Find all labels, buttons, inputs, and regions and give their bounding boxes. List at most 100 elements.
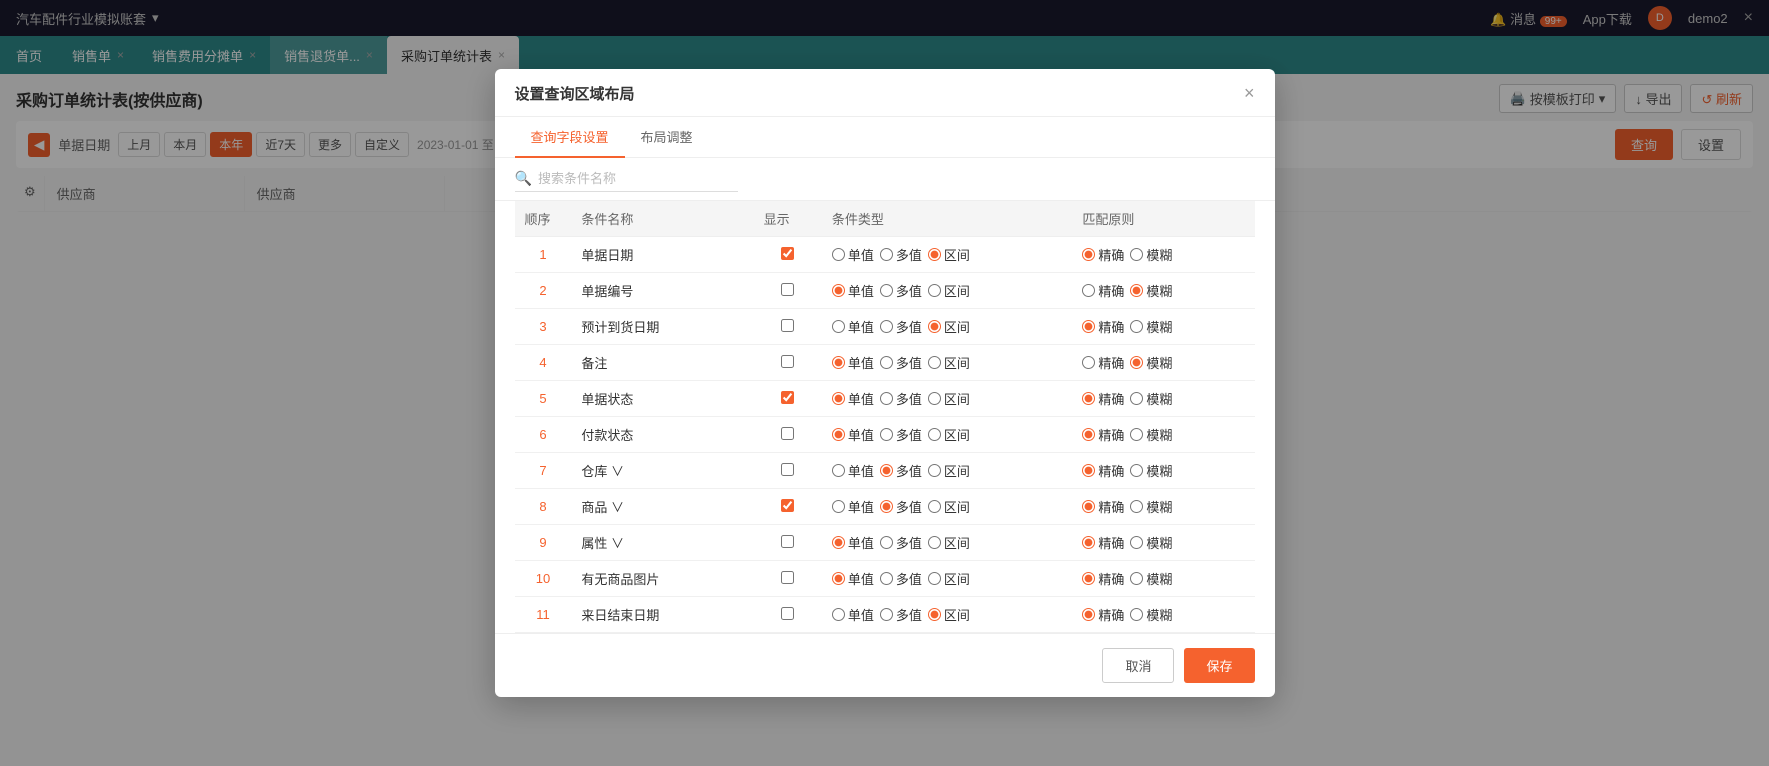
match-radio-item[interactable]: 模糊 — [1130, 569, 1172, 588]
type-radio[interactable] — [880, 392, 893, 405]
match-radio[interactable] — [1130, 500, 1143, 513]
type-radio-item[interactable]: 单值 — [832, 461, 874, 480]
type-radio[interactable] — [832, 500, 845, 513]
type-radio-item[interactable]: 区间 — [928, 461, 970, 480]
type-radio-item[interactable]: 区间 — [928, 497, 970, 516]
match-radio[interactable] — [1082, 248, 1095, 261]
type-radio-item[interactable]: 多值 — [880, 605, 922, 624]
match-radio[interactable] — [1082, 284, 1095, 297]
type-radio-item[interactable]: 多值 — [880, 245, 922, 264]
match-radio-item[interactable]: 模糊 — [1130, 389, 1172, 408]
type-radio[interactable] — [880, 500, 893, 513]
match-radio-item[interactable]: 模糊 — [1130, 281, 1172, 300]
type-radio[interactable] — [832, 572, 845, 585]
dialog-close-button[interactable]: × — [1244, 83, 1255, 116]
type-radio-item[interactable]: 区间 — [928, 425, 970, 444]
type-radio-item[interactable]: 多值 — [880, 461, 922, 480]
match-radio-item[interactable]: 精确 — [1082, 533, 1124, 552]
type-radio[interactable] — [928, 428, 941, 441]
type-radio-item[interactable]: 单值 — [832, 605, 874, 624]
match-radio[interactable] — [1082, 464, 1095, 477]
type-radio-item[interactable]: 区间 — [928, 317, 970, 336]
match-radio[interactable] — [1130, 356, 1143, 369]
row-show[interactable] — [754, 417, 822, 453]
show-checkbox[interactable] — [781, 319, 794, 332]
row-show[interactable] — [754, 345, 822, 381]
type-radio-item[interactable]: 单值 — [832, 245, 874, 264]
row-show[interactable] — [754, 525, 822, 561]
type-radio-item[interactable]: 区间 — [928, 353, 970, 372]
match-radio[interactable] — [1082, 356, 1095, 369]
show-checkbox[interactable] — [781, 607, 794, 620]
match-radio[interactable] — [1082, 392, 1095, 405]
type-radio-item[interactable]: 区间 — [928, 569, 970, 588]
match-radio-item[interactable]: 精确 — [1082, 425, 1124, 444]
type-radio-item[interactable]: 单值 — [832, 533, 874, 552]
show-checkbox[interactable] — [781, 463, 794, 476]
type-radio[interactable] — [832, 284, 845, 297]
row-show[interactable] — [754, 453, 822, 489]
type-radio[interactable] — [832, 464, 845, 477]
match-radio[interactable] — [1082, 608, 1095, 621]
show-checkbox[interactable] — [781, 247, 794, 260]
match-radio[interactable] — [1130, 608, 1143, 621]
match-radio-item[interactable]: 模糊 — [1130, 605, 1172, 624]
type-radio-item[interactable]: 单值 — [832, 497, 874, 516]
type-radio[interactable] — [832, 248, 845, 261]
match-radio[interactable] — [1130, 464, 1143, 477]
type-radio[interactable] — [880, 284, 893, 297]
show-checkbox[interactable] — [781, 535, 794, 548]
type-radio-item[interactable]: 多值 — [880, 281, 922, 300]
row-show[interactable] — [754, 489, 822, 525]
match-radio-item[interactable]: 精确 — [1082, 389, 1124, 408]
match-radio[interactable] — [1082, 572, 1095, 585]
match-radio-item[interactable]: 模糊 — [1130, 461, 1172, 480]
type-radio[interactable] — [928, 464, 941, 477]
type-radio-item[interactable]: 区间 — [928, 389, 970, 408]
match-radio-item[interactable]: 精确 — [1082, 317, 1124, 336]
type-radio[interactable] — [928, 572, 941, 585]
type-radio[interactable] — [832, 608, 845, 621]
match-radio-item[interactable]: 模糊 — [1130, 425, 1172, 444]
match-radio[interactable] — [1082, 428, 1095, 441]
type-radio-item[interactable]: 区间 — [928, 245, 970, 264]
show-checkbox[interactable] — [781, 499, 794, 512]
show-checkbox[interactable] — [781, 427, 794, 440]
type-radio[interactable] — [928, 356, 941, 369]
row-show[interactable] — [754, 561, 822, 597]
match-radio[interactable] — [1130, 428, 1143, 441]
match-radio[interactable] — [1130, 572, 1143, 585]
type-radio-item[interactable]: 区间 — [928, 605, 970, 624]
type-radio-item[interactable]: 多值 — [880, 497, 922, 516]
row-show[interactable] — [754, 237, 822, 273]
type-radio[interactable] — [928, 248, 941, 261]
show-checkbox[interactable] — [781, 283, 794, 296]
type-radio[interactable] — [880, 356, 893, 369]
match-radio-item[interactable]: 精确 — [1082, 605, 1124, 624]
cancel-button[interactable]: 取消 — [1102, 648, 1174, 683]
type-radio[interactable] — [880, 536, 893, 549]
type-radio-item[interactable]: 单值 — [832, 281, 874, 300]
row-show[interactable] — [754, 273, 822, 309]
match-radio[interactable] — [1130, 392, 1143, 405]
type-radio[interactable] — [928, 284, 941, 297]
show-checkbox[interactable] — [781, 391, 794, 404]
search-input[interactable] — [538, 171, 738, 186]
type-radio-item[interactable]: 多值 — [880, 569, 922, 588]
match-radio[interactable] — [1082, 500, 1095, 513]
match-radio[interactable] — [1130, 248, 1143, 261]
tab-layout-adjust[interactable]: 布局调整 — [625, 117, 709, 158]
match-radio[interactable] — [1082, 536, 1095, 549]
type-radio[interactable] — [928, 536, 941, 549]
type-radio-item[interactable]: 多值 — [880, 425, 922, 444]
show-checkbox[interactable] — [781, 355, 794, 368]
row-show[interactable] — [754, 597, 822, 633]
type-radio-item[interactable]: 单值 — [832, 569, 874, 588]
type-radio-item[interactable]: 单值 — [832, 389, 874, 408]
row-show[interactable] — [754, 309, 822, 345]
match-radio-item[interactable]: 模糊 — [1130, 317, 1172, 336]
save-button[interactable]: 保存 — [1184, 648, 1254, 683]
match-radio[interactable] — [1130, 284, 1143, 297]
match-radio-item[interactable]: 模糊 — [1130, 533, 1172, 552]
match-radio[interactable] — [1130, 320, 1143, 333]
